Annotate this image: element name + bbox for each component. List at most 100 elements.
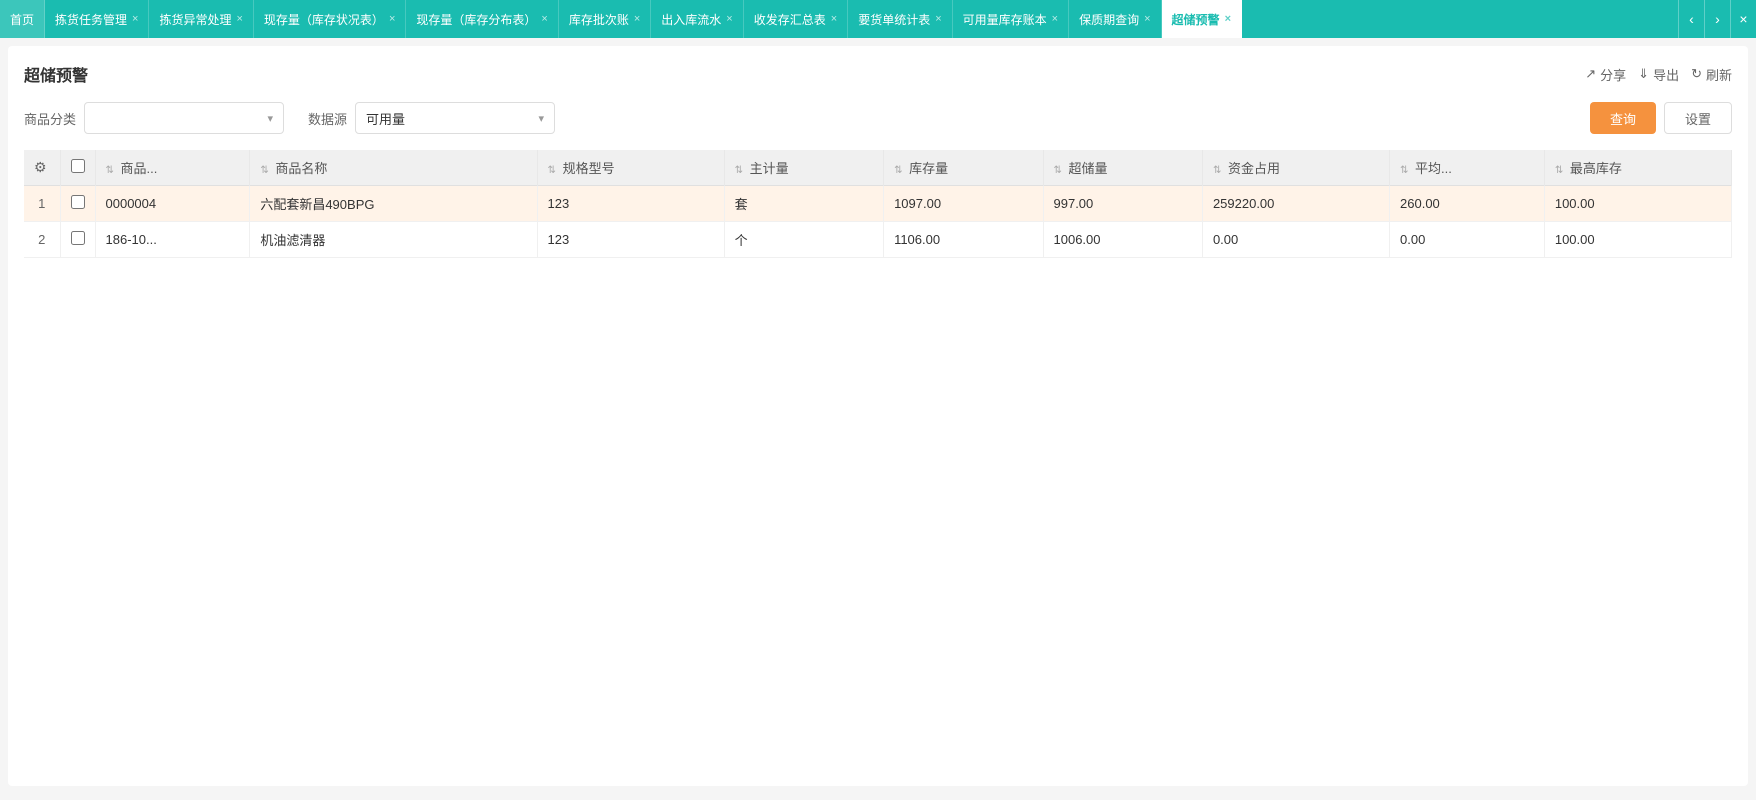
close-icon[interactable]: ×	[935, 13, 941, 25]
data-table: ⚙ ⇅ 商品... ⇅ 商品名称 ⇅ 规格型号 ⇅	[24, 150, 1732, 258]
nav-item-stock-dist[interactable]: 现存量（库存分布表） ×	[406, 0, 558, 38]
query-button[interactable]: 查询	[1590, 102, 1656, 134]
sort-icon: ⇅	[106, 165, 114, 176]
nav-arrow-left[interactable]: ‹	[1678, 0, 1704, 38]
nav-item-abnormal[interactable]: 拣货异常处理 ×	[149, 0, 253, 38]
sort-icon: ⇅	[894, 165, 902, 176]
nav-arrow-right[interactable]: ›	[1704, 0, 1730, 38]
category-select[interactable]: ▾	[84, 102, 284, 134]
nav-item-summary[interactable]: 收发存汇总表 ×	[744, 0, 848, 38]
cell-stock: 1097.00	[884, 186, 1043, 222]
col-stock[interactable]: ⇅ 库存量	[884, 150, 1043, 186]
table-row: 1 0000004 六配套新昌490BPG 123 套 1097.00 997.…	[24, 186, 1732, 222]
cell-over-stock: 997.00	[1043, 186, 1202, 222]
export-button[interactable]: ⇓ 导出	[1638, 65, 1679, 84]
gear-icon[interactable]: ⚙	[34, 159, 47, 175]
cell-max-stock: 100.00	[1544, 222, 1731, 258]
cell-product-code: 0000004	[95, 186, 250, 222]
category-label: 商品分类	[24, 109, 76, 128]
nav-item-quality[interactable]: 保质期查询 ×	[1069, 0, 1161, 38]
cell-over-stock: 1006.00	[1043, 222, 1202, 258]
col-product-name[interactable]: ⇅ 商品名称	[250, 150, 537, 186]
page-title: 超储预警	[24, 62, 88, 86]
datasource-select[interactable]: 可用量 ▾	[355, 102, 555, 134]
sort-icon: ⇅	[1400, 165, 1408, 176]
nav-item-batch[interactable]: 库存批次账 ×	[559, 0, 651, 38]
close-icon[interactable]: ×	[634, 13, 640, 25]
close-icon[interactable]: ×	[236, 13, 242, 25]
cell-capital: 0.00	[1202, 222, 1389, 258]
cell-spec: 123	[537, 222, 724, 258]
select-all-checkbox[interactable]	[71, 159, 85, 173]
nav-bar: 首页 拣货任务管理 × 拣货异常处理 × 现存量（库存状况表） × 现存量（库存…	[0, 0, 1756, 38]
col-capital[interactable]: ⇅ 资金占用	[1202, 150, 1389, 186]
cell-unit: 个	[724, 222, 883, 258]
col-over-stock[interactable]: ⇅ 超储量	[1043, 150, 1202, 186]
col-spec[interactable]: ⇅ 规格型号	[537, 150, 724, 186]
nav-item-home[interactable]: 首页	[0, 0, 45, 38]
col-avg[interactable]: ⇅ 平均...	[1390, 150, 1545, 186]
close-icon[interactable]: ×	[831, 13, 837, 25]
nav-arrows: ‹ › ×	[1678, 0, 1756, 38]
col-product-code[interactable]: ⇅ 商品...	[95, 150, 250, 186]
col-unit[interactable]: ⇅ 主计量	[724, 150, 883, 186]
col-max-stock[interactable]: ⇅ 最高库存	[1544, 150, 1731, 186]
sort-icon: ⇅	[1555, 165, 1563, 176]
nav-item-demand[interactable]: 要货单统计表 ×	[848, 0, 952, 38]
cell-avg: 260.00	[1390, 186, 1545, 222]
table-checkbox-header[interactable]	[60, 150, 95, 186]
nav-item-inout[interactable]: 出入库流水 ×	[651, 0, 743, 38]
cell-max-stock: 100.00	[1544, 186, 1731, 222]
page-container: 超储预警 ↗ 分享 ⇓ 导出 ↻ 刷新 商品分类 ▾ 数据源	[8, 46, 1748, 786]
cell-stock: 1106.00	[884, 222, 1043, 258]
cell-avg: 0.00	[1390, 222, 1545, 258]
cell-unit: 套	[724, 186, 883, 222]
header-actions: ↗ 分享 ⇓ 导出 ↻ 刷新	[1585, 65, 1732, 84]
settings-button[interactable]: 设置	[1664, 102, 1732, 134]
filter-buttons: 查询 设置	[1590, 102, 1732, 134]
refresh-button[interactable]: ↻ 刷新	[1691, 65, 1732, 84]
cell-product-name: 机油滤清器	[250, 222, 537, 258]
table-settings-header[interactable]: ⚙	[24, 150, 60, 186]
sort-icon: ⇅	[1213, 165, 1221, 176]
nav-arrow-close[interactable]: ×	[1730, 0, 1756, 38]
export-icon: ⇓	[1638, 66, 1649, 82]
row-checkbox[interactable]	[71, 231, 85, 245]
close-icon[interactable]: ×	[726, 13, 732, 25]
close-icon[interactable]: ×	[1144, 13, 1150, 25]
row-checkbox[interactable]	[71, 195, 85, 209]
filter-datasource-group: 数据源 可用量 ▾	[308, 102, 555, 134]
close-icon[interactable]: ×	[541, 13, 547, 25]
row-index: 1	[24, 186, 60, 222]
nav-item-available[interactable]: 可用量库存账本 ×	[953, 0, 1069, 38]
row-checkbox-cell[interactable]	[60, 222, 95, 258]
refresh-icon: ↻	[1691, 66, 1702, 82]
close-icon[interactable]: ×	[132, 13, 138, 25]
table-row: 2 186-10... 机油滤清器 123 个 1106.00 1006.00 …	[24, 222, 1732, 258]
cell-product-name: 六配套新昌490BPG	[250, 186, 537, 222]
close-icon[interactable]: ×	[1052, 13, 1058, 25]
filter-category-group: 商品分类 ▾	[24, 102, 284, 134]
row-checkbox-cell[interactable]	[60, 186, 95, 222]
share-icon: ↗	[1585, 66, 1596, 82]
filter-row: 商品分类 ▾ 数据源 可用量 ▾ 查询 设置	[24, 102, 1732, 134]
datasource-value: 可用量	[366, 109, 405, 128]
sort-icon: ⇅	[548, 165, 556, 176]
close-icon[interactable]: ×	[389, 13, 395, 25]
share-button[interactable]: ↗ 分享	[1585, 65, 1626, 84]
nav-item-overstock[interactable]: 超储预警 ×	[1162, 0, 1242, 38]
nav-item-stock-status[interactable]: 现存量（库存状况表） ×	[254, 0, 406, 38]
sort-icon: ⇅	[1054, 165, 1062, 176]
chevron-down-icon: ▾	[539, 112, 545, 125]
chevron-down-icon: ▾	[267, 112, 273, 125]
row-index: 2	[24, 222, 60, 258]
close-icon[interactable]: ×	[1225, 13, 1231, 25]
cell-capital: 259220.00	[1202, 186, 1389, 222]
cell-product-code: 186-10...	[95, 222, 250, 258]
sort-icon: ⇅	[260, 165, 268, 176]
nav-item-task[interactable]: 拣货任务管理 ×	[45, 0, 149, 38]
sort-icon: ⇅	[735, 165, 743, 176]
datasource-label: 数据源	[308, 109, 347, 128]
cell-spec: 123	[537, 186, 724, 222]
page-header: 超储预警 ↗ 分享 ⇓ 导出 ↻ 刷新	[24, 62, 1732, 86]
